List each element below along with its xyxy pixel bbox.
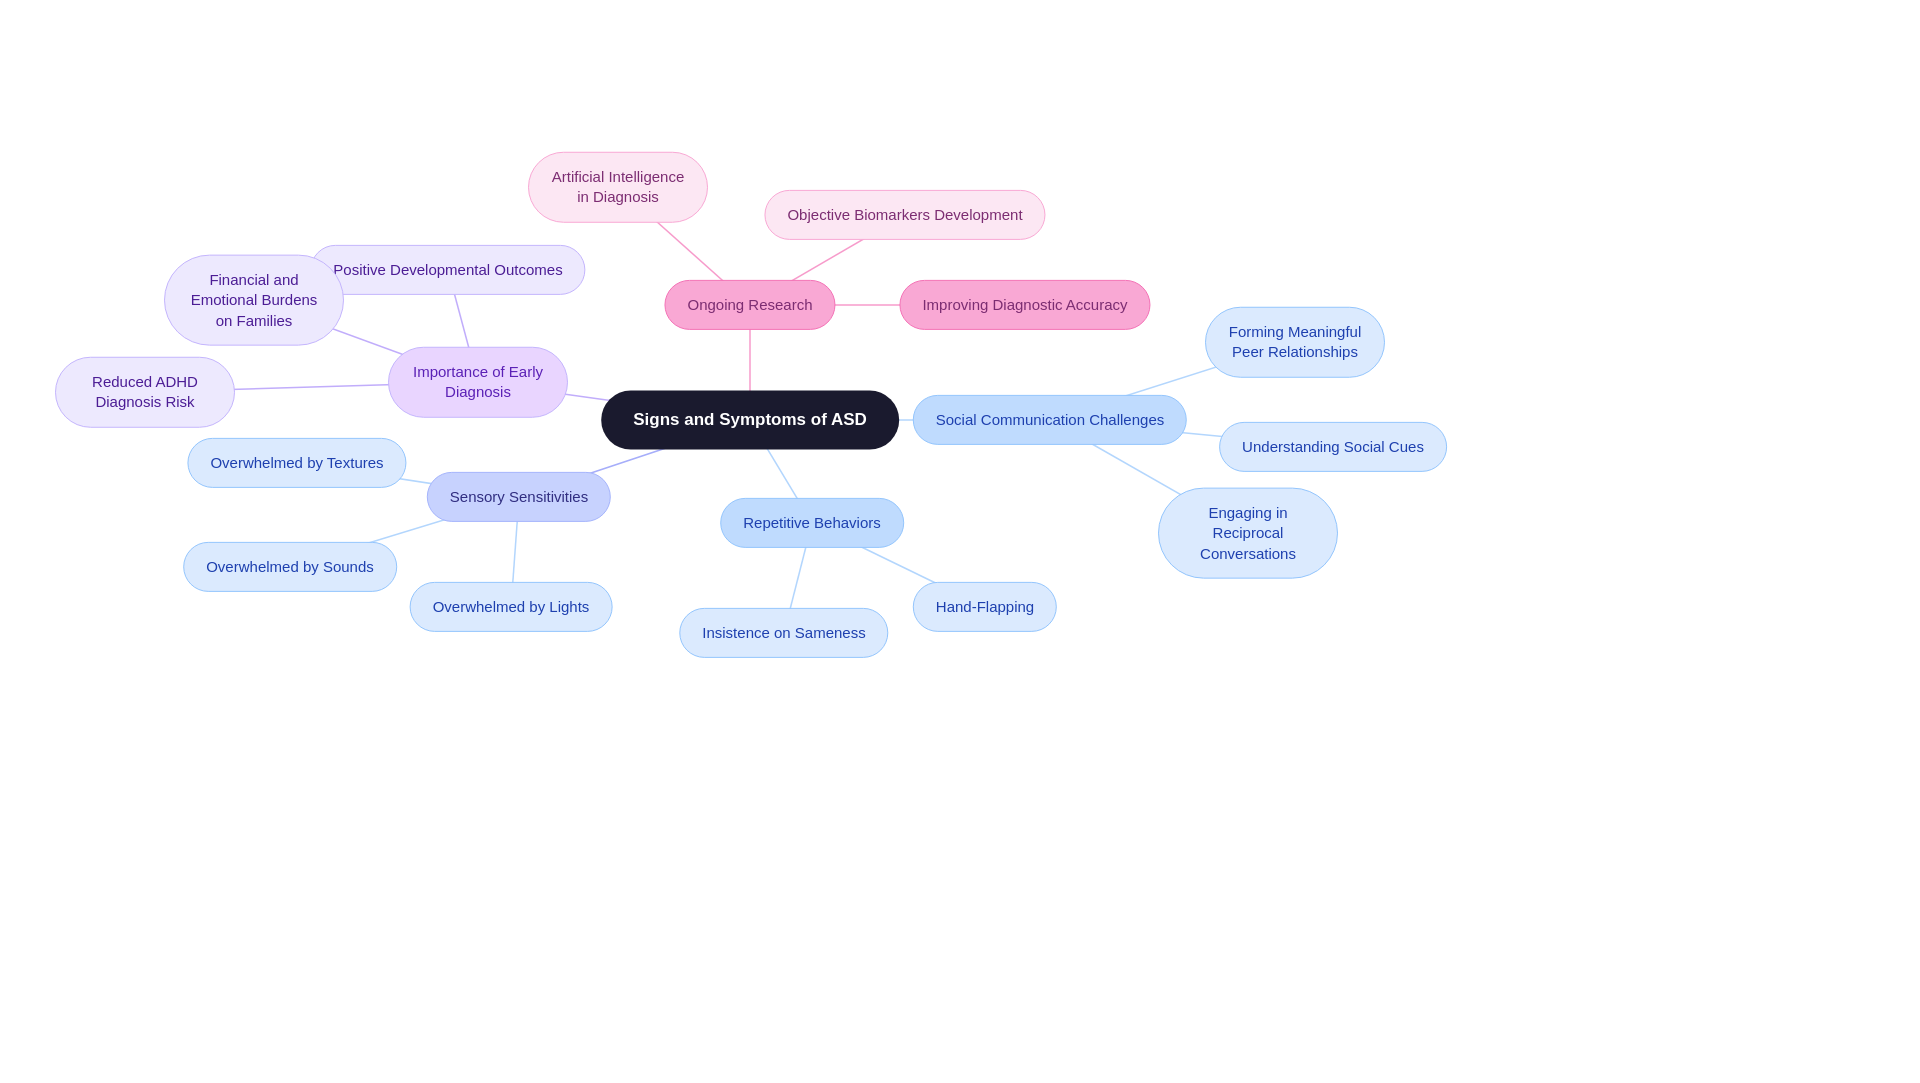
node-improving-diagnostic: Improving Diagnostic Accuracy xyxy=(899,280,1150,330)
node-financial-burden: Financial and Emotional Burdens on Famil… xyxy=(164,255,344,346)
center-node: Signs and Symptoms of ASD xyxy=(601,391,899,450)
node-hand-flapping: Hand-Flapping xyxy=(913,582,1057,632)
node-textures: Overwhelmed by Textures xyxy=(187,438,406,488)
node-reciprocal-conversations: Engaging in Reciprocal Conversations xyxy=(1158,488,1338,579)
node-repetitive-behaviors: Repetitive Behaviors xyxy=(720,498,904,548)
node-ai-diagnosis: Artificial Intelligence in Diagnosis xyxy=(528,152,708,223)
node-positive-outcomes: Positive Developmental Outcomes xyxy=(310,245,585,295)
node-social-cues: Understanding Social Cues xyxy=(1219,422,1447,472)
node-ongoing-research: Ongoing Research xyxy=(664,280,835,330)
node-sensory-sensitivities: Sensory Sensitivities xyxy=(427,472,611,522)
node-lights: Overwhelmed by Lights xyxy=(410,582,613,632)
node-insistence-sameness: Insistence on Sameness xyxy=(679,608,888,658)
node-early-diagnosis: Importance of Early Diagnosis xyxy=(388,347,568,418)
node-adhd-risk: Reduced ADHD Diagnosis Risk xyxy=(55,357,235,428)
node-social-communication: Social Communication Challenges xyxy=(913,395,1187,445)
node-biomarkers: Objective Biomarkers Development xyxy=(764,190,1045,240)
node-sounds: Overwhelmed by Sounds xyxy=(183,542,397,592)
node-peer-relationships: Forming Meaningful Peer Relationships xyxy=(1205,307,1385,378)
mind-map: Signs and Symptoms of ASD Ongoing Researc… xyxy=(0,0,1920,1083)
